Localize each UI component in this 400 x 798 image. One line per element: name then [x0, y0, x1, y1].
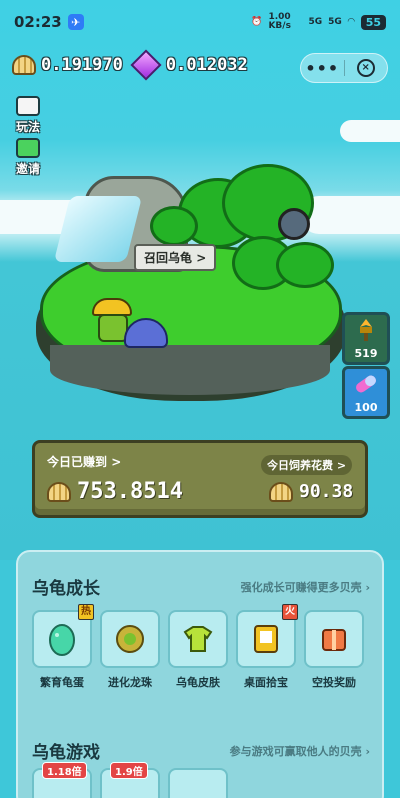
multiplier-badge: 1.18倍 [42, 762, 87, 779]
shell-icon [12, 55, 36, 75]
balance-bar: 0.191970 0.012032 [12, 49, 248, 81]
today-earned-link[interactable]: 今日已赚到 > [47, 453, 121, 470]
app-notification-icon: ✈ [67, 14, 84, 30]
earnings-board: 今日已赚到 > 753.8514 今日饲养花费 > 90.38 [32, 440, 368, 518]
game-card[interactable]: 1.9倍 [100, 762, 160, 798]
rules-label: 玩法 [15, 120, 40, 134]
chevron-right-icon: > [111, 455, 122, 469]
today-earned-value: 753.8514 [77, 479, 183, 504]
chevron-right-icon: > [196, 251, 207, 265]
chevron-right-icon: > [336, 459, 347, 472]
gem-balance-value: 0.012032 [165, 55, 248, 75]
tile-label: 桌面拾宝 [244, 676, 288, 689]
gem-icon [130, 49, 162, 81]
games-title: 乌龟游戏 [32, 743, 100, 763]
shell-balance-value: 0.191970 [41, 55, 123, 75]
invite-link[interactable]: 邀请 [10, 138, 46, 177]
gamepad-icon [16, 96, 40, 116]
tile-label: 繁育龟蛋 [40, 676, 84, 689]
shell-icon [47, 481, 71, 502]
net-speed: 1.00 KB/s [268, 12, 291, 31]
tile-airdrop-reward[interactable]: 空投奖励 [304, 610, 364, 690]
gem-balance[interactable]: 0.012032 [130, 49, 248, 81]
invite-icon [16, 138, 40, 158]
capsule-item-button[interactable]: 100 [342, 366, 390, 419]
fire-badge: 火 [282, 604, 298, 620]
hot-badge: 热 [78, 604, 94, 620]
status-icons: ⏰ 1.00 KB/s 5G 5G ◠ 55 [251, 13, 386, 31]
feeding-cost-value: 90.38 [299, 481, 354, 502]
battery-icon: 55 [360, 14, 386, 30]
airdrop-box-icon [304, 610, 364, 668]
dragon-orb-icon [100, 610, 160, 668]
features-panel: 乌龟成长 强化成长可赚得更多贝壳 › 热 繁育龟蛋 进化龙珠 乌龟皮肤 火 桌面… [16, 550, 384, 798]
close-icon: × [356, 59, 375, 77]
bush [150, 206, 198, 246]
capsule-count: 100 [354, 401, 378, 414]
status-bar: 02:23 ✈ ⏰ 1.00 KB/s 5G 5G ◠ 55 [0, 0, 400, 44]
torch-item-button[interactable]: 519 [342, 312, 390, 365]
multiplier-badge: 1.9倍 [110, 762, 148, 779]
games-section-header: 乌龟游戏 参与游戏可赢取他人的贝壳 › [32, 738, 370, 763]
bush [276, 242, 334, 288]
tile-breed-egg[interactable]: 热 繁育龟蛋 [32, 604, 94, 690]
game-card[interactable] [168, 768, 228, 798]
today-earned: 753.8514 [47, 479, 183, 504]
alarm-icon: ⏰ [251, 17, 263, 27]
rules-link[interactable]: 玩法 [10, 96, 46, 135]
games-link-label: 参与游戏可赢取他人的贝壳 [229, 744, 362, 758]
tile-label: 乌龟皮肤 [176, 676, 220, 689]
growth-link[interactable]: 强化成长可赚得更多贝壳 › [241, 579, 370, 595]
tile-label: 空投奖励 [312, 676, 356, 689]
shell-icon [269, 481, 293, 502]
games-grid: 1.18倍 1.9倍 [32, 762, 228, 798]
recall-label: 召回乌龟 [144, 251, 193, 265]
feeding-cost-link[interactable]: 今日饲养花费 > [261, 455, 353, 475]
tile-turtle-skin[interactable]: 乌龟皮肤 [168, 610, 228, 690]
tile-label: 进化龙珠 [108, 676, 152, 689]
growth-link-label: 强化成长可赚得更多贝壳 [240, 580, 362, 594]
shirt-icon [168, 610, 228, 668]
cannon-icon[interactable] [278, 208, 310, 240]
torch-icon [345, 315, 387, 345]
growth-grid: 热 繁育龟蛋 进化龙珠 乌龟皮肤 火 桌面拾宝 空投奖励 [32, 604, 364, 690]
chevron-right-icon: › [365, 580, 370, 594]
invite-label: 邀请 [15, 162, 40, 176]
chevron-right-icon: › [365, 744, 370, 758]
tile-desktop-treasure[interactable]: 火 桌面拾宝 [236, 604, 298, 690]
tile-dragon-orb[interactable]: 进化龙珠 [100, 610, 160, 690]
growth-title: 乌龟成长 [32, 579, 100, 599]
capsule-pill-icon [345, 369, 387, 399]
cloud [340, 120, 400, 142]
growth-section-header: 乌龟成长 强化成长可赚得更多贝壳 › [32, 574, 370, 599]
recall-turtle-button[interactable]: 召回乌龟 > [134, 244, 217, 271]
more-menu-button[interactable]: ••• [301, 59, 344, 78]
signal-5g-icon: 5G [328, 17, 342, 27]
torch-count: 519 [354, 347, 378, 360]
close-button[interactable]: × [345, 59, 388, 77]
miniprogram-capsule: ••• × [300, 53, 388, 83]
feeding-cost-label: 今日饲养花费 [267, 459, 333, 472]
feeding-cost: 90.38 [269, 481, 353, 502]
signal-5g-icon: 5G [308, 17, 323, 27]
clock: 02:23 [14, 13, 62, 31]
shell-balance[interactable]: 0.191970 [12, 55, 123, 75]
games-link[interactable]: 参与游戏可赢取他人的贝壳 › [230, 743, 370, 759]
game-card[interactable]: 1.18倍 [32, 762, 92, 798]
wifi-icon: ◠ [347, 17, 355, 27]
today-earned-label: 今日已赚到 [47, 455, 108, 469]
